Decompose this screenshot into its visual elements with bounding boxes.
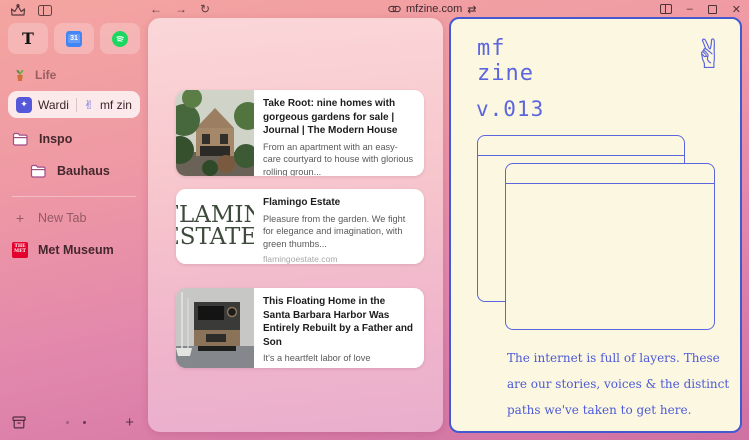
article-description: Pleasure from the garden. We fight for e… [263,213,406,249]
space-label-row[interactable]: Life [14,66,148,84]
sidebar-footer: + [12,414,134,431]
link-icon [388,5,401,13]
split-tab-mfzine[interactable]: ✌ mf zine [84,98,132,112]
reader-page: Take Root: nine homes with gorgeous gard… [148,18,443,432]
nyt-icon: T [22,29,34,48]
space-dot-2[interactable] [82,421,86,424]
article-card-modern-house[interactable]: Take Root: nine homes with gorgeous gard… [176,90,424,176]
calendar-icon: 31 [66,30,82,47]
article-card-floating-home[interactable]: This Floating Home in the Santa Barbara … [176,288,424,368]
app-tile-spotify[interactable] [100,23,140,54]
split-tab-wardin-label: Wardin... [38,97,69,112]
sidebar-toggle-icon[interactable] [38,4,52,16]
article-description: It's a heartfelt labor of love [263,353,371,364]
sidebar-divider [12,196,136,197]
maximize-button[interactable] [707,4,717,14]
new-tab-button[interactable]: + New Tab [12,207,148,229]
met-museum-icon: THE MET [12,242,28,258]
browser-window: ← → ↻ mfzine.com ⇄ – ✕ T 31 Life ✦ Wardi… [0,0,749,440]
sidebar-folder-inspo[interactable]: Inspo [12,128,148,150]
sidebar-item-met-museum[interactable]: THE MET Met Museum [12,239,148,261]
swap-tabs-icon[interactable]: ⇄ [467,3,476,16]
article-card-flamingo-estate[interactable]: FLAMINGO ESTATE Flamingo Estate Pleasure… [176,189,424,264]
titlebar: ← → ↻ mfzine.com ⇄ – ✕ [0,0,749,18]
article-title: Flamingo Estate [263,197,341,208]
article-title: Take Root: nine homes with gorgeous gard… [263,98,398,137]
app-tile-nyt[interactable]: T [8,23,48,54]
folder-icon [30,164,47,178]
split-tab-divider [76,97,77,112]
peace-hand-icon: ✌ [692,32,726,78]
pinned-apps-row: T 31 [8,23,140,54]
space-label: Life [35,68,57,82]
article-thumbnail-house [176,90,254,176]
sidebar: T 31 Life ✦ Wardi ✌ mf zin Inspo Bauhaus… [0,18,148,440]
zine-title: mf zine [477,36,534,86]
reload-button[interactable]: ↻ [200,2,210,16]
forward-button[interactable]: → [175,2,187,16]
window-outline-front [505,163,715,330]
split-tab-wardin[interactable]: ✦ Wardin... [16,96,69,113]
space-page-dots[interactable] [65,421,86,424]
article-thumbnail-flamingo-logo: FLAMINGO ESTATE [176,189,254,264]
zine-version: v.013 [476,97,545,121]
mfzine-page: mf zine v.013 ✌ The internet is full of … [449,17,742,433]
folder-icon [12,132,29,146]
new-tab-label: New Tab [38,211,87,225]
article-thumbnail-floating-home [176,288,254,368]
article-description: From an apartment with an easy-care cour… [263,141,414,176]
split-tab-mfzine-label: mf zine [99,97,132,112]
close-button[interactable]: ✕ [732,3,741,16]
doodle-crown-icon[interactable] [10,3,26,17]
sidebar-folder-bauhaus[interactable]: Bauhaus [30,160,148,182]
plant-icon [14,68,26,82]
folder-inspo-label: Inspo [39,132,73,146]
minimize-button[interactable]: – [687,3,693,15]
url-display[interactable]: mfzine.com ⇄ [388,0,476,18]
back-button[interactable]: ← [150,2,162,16]
app-tile-calendar[interactable]: 31 [54,23,94,54]
plus-icon: + [15,210,25,226]
split-tab-pill: ✦ Wardin... ✌ mf zine [8,91,140,118]
spotify-icon [112,30,128,47]
split-view-icon[interactable] [659,4,672,14]
zine-tagline: The internet is full of layers. These ar… [507,351,730,417]
peace-hand-small-icon: ✌ [83,97,94,112]
space-dot-1[interactable] [65,421,69,424]
article-title: This Floating Home in the Santa Barbara … [263,296,414,348]
archive-icon[interactable] [12,416,26,429]
wardin-site-icon: ✦ [16,96,32,113]
met-museum-label: Met Museum [38,243,114,257]
url-text: mfzine.com [406,3,463,15]
folder-bauhaus-label: Bauhaus [57,164,110,178]
add-space-button[interactable]: + [125,414,134,431]
article-source: flamingoestate.com [263,253,338,264]
